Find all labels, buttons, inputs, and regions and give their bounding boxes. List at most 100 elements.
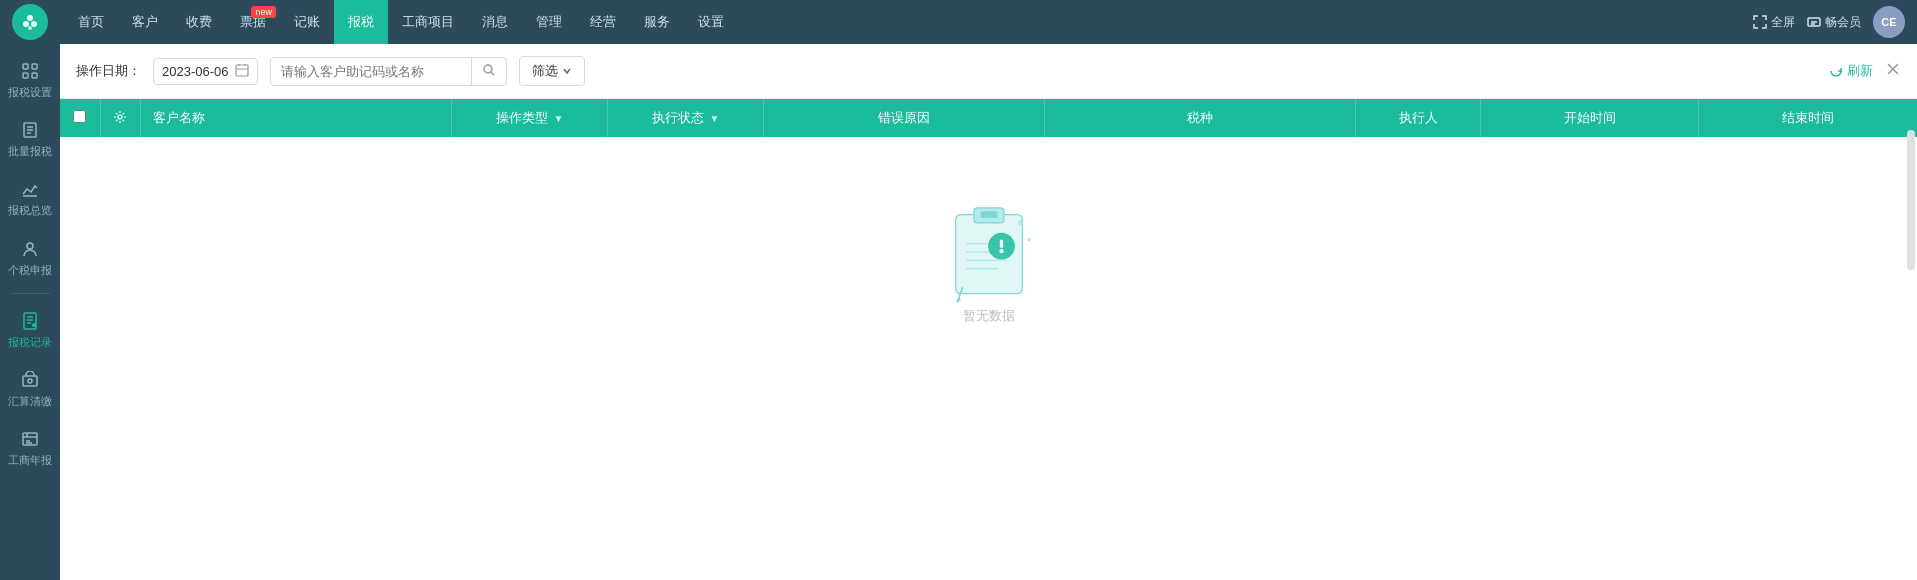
personal-tax-icon <box>19 238 41 260</box>
th-client-name: 客户名称 <box>140 99 452 137</box>
svg-point-28 <box>999 249 1003 253</box>
settlement-icon <box>19 369 41 391</box>
nav-item-billing[interactable]: 收费 <box>172 0 226 44</box>
empty-text: 暂无数据 <box>963 307 1015 325</box>
nav-item-clients[interactable]: 客户 <box>118 0 172 44</box>
table-body: 暂无数据 <box>60 137 1917 385</box>
op-type-sort-icon: ▼ <box>554 113 564 124</box>
table-header: 客户名称 操作类型 ▼ 执行状态 ▼ 错误原因 <box>60 99 1917 137</box>
svg-rect-5 <box>23 64 28 69</box>
nav-item-invoice[interactable]: 票据 new <box>226 0 280 44</box>
empty-illustration <box>939 197 1039 307</box>
avatar[interactable]: CE <box>1873 6 1905 38</box>
sidebar-item-tax-overview[interactable]: 报税总览 <box>2 170 58 225</box>
sidebar-item-personal-tax[interactable]: 个税申报 <box>2 230 58 285</box>
nav-item-accounting[interactable]: 记账 <box>280 0 334 44</box>
toolbar-right: 刷新 <box>1829 61 1901 82</box>
nav-menu: 首页 客户 收费 票据 new 记账 报税 工商项目 消息 管理 经营 服务 设… <box>64 0 1753 44</box>
sidebar: 报税设置 批量报税 报税总览 <box>0 44 60 580</box>
svg-rect-7 <box>23 73 28 78</box>
th-exec-status[interactable]: 执行状态 ▼ <box>608 99 764 137</box>
sidebar-label-batch-tax: 批量报税 <box>8 145 52 158</box>
svg-point-3 <box>28 26 32 30</box>
date-picker[interactable]: 2023-06-06 <box>153 58 258 85</box>
search-button[interactable] <box>471 58 506 85</box>
nav-item-finance[interactable]: 经营 <box>576 0 630 44</box>
sidebar-item-settlement[interactable]: 汇算清缴 <box>2 361 58 416</box>
svg-point-2 <box>31 21 37 27</box>
svg-rect-19 <box>955 215 1022 294</box>
nav-item-service[interactable]: 服务 <box>630 0 684 44</box>
svg-point-17 <box>484 65 492 73</box>
sidebar-item-tax-records[interactable]: 报税记录 <box>2 302 58 357</box>
sidebar-divider <box>10 293 50 294</box>
svg-rect-8 <box>32 73 37 78</box>
sidebar-item-tax-settings[interactable]: 报税设置 <box>2 52 58 107</box>
svg-rect-16 <box>236 65 248 76</box>
svg-point-18 <box>118 115 122 119</box>
calendar-icon <box>235 63 249 80</box>
th-op-type[interactable]: 操作类型 ▼ <box>452 99 608 137</box>
nav-item-industry[interactable]: 工商项目 <box>388 0 468 44</box>
svg-point-30 <box>1018 220 1023 225</box>
th-start-time: 开始时间 <box>1481 99 1699 137</box>
filter-button[interactable]: 筛选 <box>519 56 585 86</box>
batch-tax-icon <box>19 119 41 141</box>
empty-state: 暂无数据 <box>60 137 1917 385</box>
th-end-time: 结束时间 <box>1699 99 1917 137</box>
nav-item-message[interactable]: 消息 <box>468 0 522 44</box>
th-settings[interactable] <box>100 99 140 137</box>
date-label: 操作日期： <box>76 62 141 80</box>
svg-rect-27 <box>999 240 1002 248</box>
annual-report-icon <box>19 428 41 450</box>
search-box <box>270 57 507 86</box>
svg-rect-13 <box>23 376 37 386</box>
main-content: 操作日期： 2023-06-06 <box>60 44 1917 580</box>
nav-item-manage[interactable]: 管理 <box>522 0 576 44</box>
search-input[interactable] <box>271 59 471 84</box>
member-button[interactable]: 畅会员 <box>1807 14 1861 31</box>
sidebar-label-personal-tax: 个税申报 <box>8 264 52 277</box>
nav-item-settings[interactable]: 设置 <box>684 0 738 44</box>
refresh-button[interactable]: 刷新 <box>1829 62 1873 80</box>
table-container: 客户名称 操作类型 ▼ 执行状态 ▼ 错误原因 <box>60 99 1917 580</box>
svg-point-31 <box>1027 238 1030 241</box>
exec-status-sort-icon: ▼ <box>709 113 719 124</box>
tax-overview-icon <box>19 178 41 200</box>
svg-point-0 <box>27 15 33 21</box>
th-executor: 执行人 <box>1356 99 1481 137</box>
sidebar-item-annual-report[interactable]: 工商年报 <box>2 420 58 475</box>
main-layout: 报税设置 批量报税 报税总览 <box>0 44 1917 580</box>
sidebar-label-tax-overview: 报税总览 <box>8 204 52 217</box>
data-table: 客户名称 操作类型 ▼ 执行状态 ▼ 错误原因 <box>60 99 1917 385</box>
nav-item-tax[interactable]: 报税 <box>334 0 388 44</box>
top-navigation: 首页 客户 收费 票据 new 记账 报税 工商项目 消息 管理 经营 服务 设… <box>0 0 1917 44</box>
svg-rect-6 <box>32 64 37 69</box>
empty-state-cell: 暂无数据 <box>60 137 1917 385</box>
svg-point-10 <box>27 243 33 249</box>
app-logo[interactable] <box>12 4 48 40</box>
toolbar: 操作日期： 2023-06-06 <box>60 44 1917 99</box>
empty-state-row: 暂无数据 <box>60 137 1917 385</box>
date-value: 2023-06-06 <box>162 64 229 79</box>
nav-right-actions: 全屏 畅会员 CE <box>1753 6 1905 38</box>
tax-records-icon <box>19 310 41 332</box>
svg-point-12 <box>32 323 36 327</box>
select-all-checkbox[interactable] <box>73 110 86 123</box>
sidebar-label-annual-report: 工商年报 <box>8 454 52 467</box>
th-checkbox[interactable] <box>60 99 100 137</box>
scrollbar-track[interactable] <box>1907 130 1915 270</box>
tax-settings-icon <box>19 60 41 82</box>
fullscreen-button[interactable]: 全屏 <box>1753 14 1795 31</box>
th-tax-type: 税种 <box>1044 99 1356 137</box>
svg-rect-21 <box>980 211 997 218</box>
sidebar-label-tax-records: 报税记录 <box>8 336 52 349</box>
sidebar-label-tax-settings: 报税设置 <box>8 86 52 99</box>
nav-item-home[interactable]: 首页 <box>64 0 118 44</box>
svg-point-1 <box>23 21 29 27</box>
close-button[interactable] <box>1885 61 1901 82</box>
svg-point-14 <box>28 379 32 383</box>
sidebar-item-batch-tax[interactable]: 批量报税 <box>2 111 58 166</box>
th-error-reason: 错误原因 <box>764 99 1045 137</box>
sidebar-label-settlement: 汇算清缴 <box>8 395 52 408</box>
